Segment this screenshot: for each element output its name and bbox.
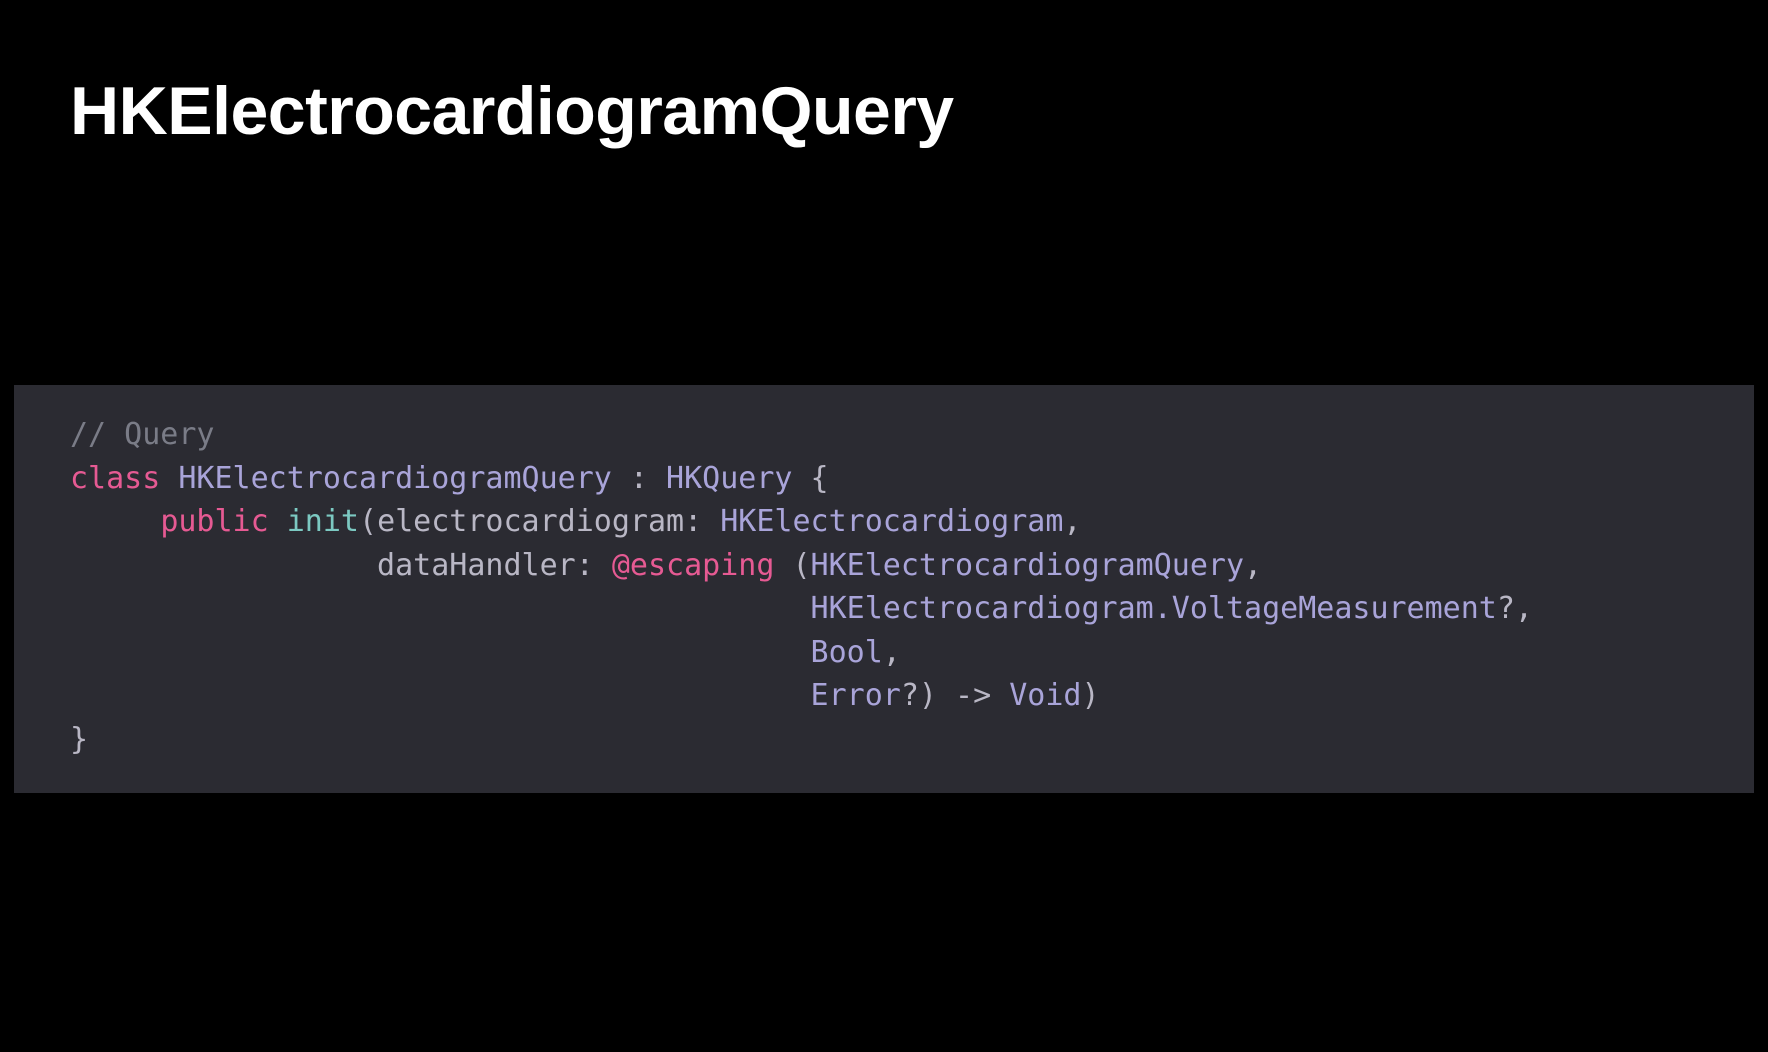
type-super: HKQuery (666, 461, 792, 496)
indent (70, 635, 811, 670)
type-error: Error (811, 678, 901, 713)
indent (70, 591, 811, 626)
opt-error-arrow: ?) -> (901, 678, 1009, 713)
comma-q: , (1244, 548, 1262, 583)
param-ecg: electrocardiogram (377, 504, 684, 539)
indent (70, 678, 811, 713)
rparen-init: ) (1081, 678, 1099, 713)
slide: HKElectrocardiogramQuery // Query class … (0, 0, 1768, 1052)
type-voltage: HKElectrocardiogram.VoltageMeasurement (811, 591, 1497, 626)
code-comment: // Query (70, 417, 215, 452)
colon-ecg: : (684, 504, 720, 539)
type-void: Void (1009, 678, 1081, 713)
comma-bool: , (883, 635, 901, 670)
brace-close: } (70, 722, 88, 757)
fn-init: init (287, 504, 359, 539)
slide-title: HKElectrocardiogramQuery (70, 72, 954, 150)
comma-ecg: , (1063, 504, 1081, 539)
code-block: // Query class HKElectrocardiogramQuery … (14, 385, 1754, 793)
indent (70, 548, 377, 583)
lparen-init: ( (359, 504, 377, 539)
space (774, 548, 792, 583)
attr-escaping: @escaping (612, 548, 775, 583)
type-class-name: HKElectrocardiogramQuery (178, 461, 611, 496)
colon-handler: : (576, 548, 612, 583)
type-ecg: HKElectrocardiogram (720, 504, 1063, 539)
opt-voltage: ?, (1497, 591, 1533, 626)
param-data-handler: dataHandler (377, 548, 576, 583)
kw-class: class (70, 461, 160, 496)
type-bool: Bool (811, 635, 883, 670)
lparen-closure: ( (792, 548, 810, 583)
type-hke-query: HKElectrocardiogramQuery (811, 548, 1244, 583)
brace-open: { (792, 461, 828, 496)
indent (70, 504, 160, 539)
kw-public: public (160, 504, 268, 539)
punct-colon-inherit: : (612, 461, 666, 496)
